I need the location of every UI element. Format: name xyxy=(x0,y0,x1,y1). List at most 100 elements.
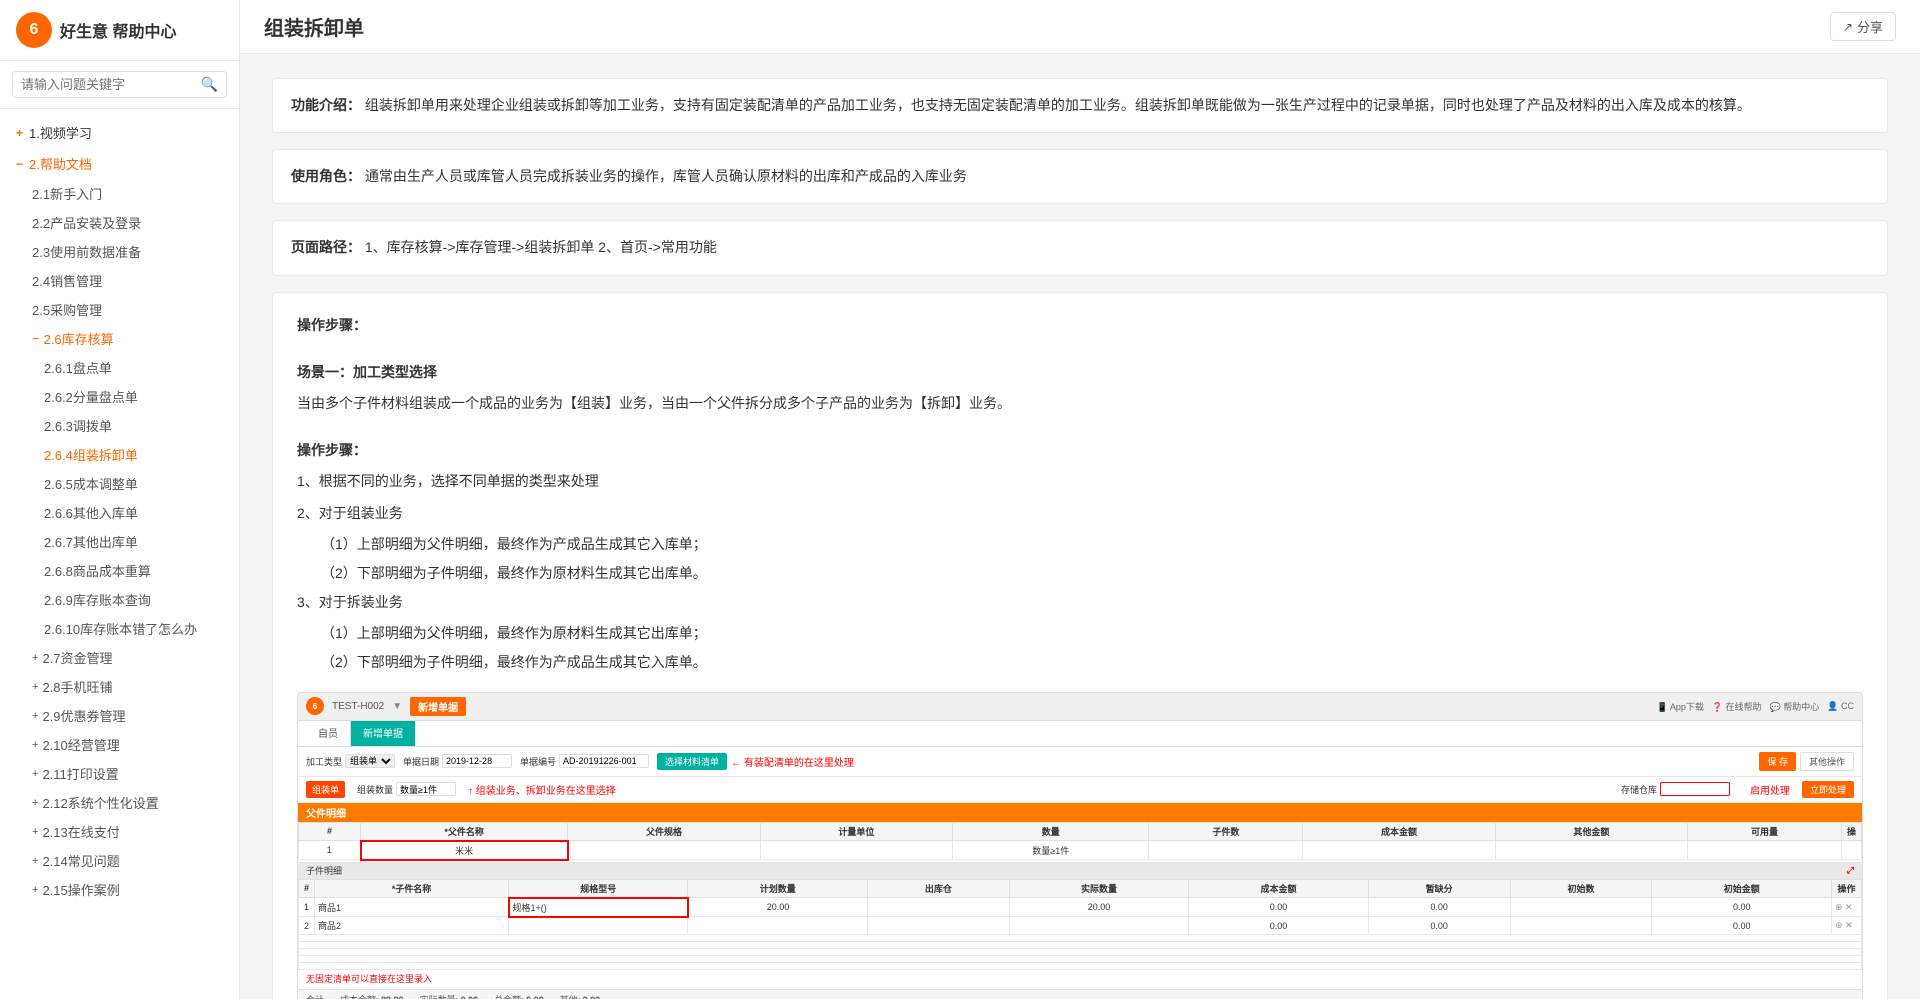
sidebar-item-finance[interactable]: + 2.7资金管理 xyxy=(0,643,239,672)
step1: 1、根据不同的业务，选择不同单据的类型来处理 xyxy=(297,469,1863,494)
ops-title: 操作步骤： xyxy=(297,313,1863,338)
logo-icon: 6 xyxy=(16,12,52,48)
plus-icon-print: + xyxy=(32,768,38,780)
mock-other-btn[interactable]: 其他操作 xyxy=(1800,752,1854,771)
mock-child-row-6 xyxy=(299,956,1862,963)
sidebar-item-purchase[interactable]: 2.5采购管理 xyxy=(0,295,239,324)
sidebar-item-finance-label: 2.7资金管理 xyxy=(42,648,112,667)
sidebar-item-coupon[interactable]: + 2.9优惠券管理 xyxy=(0,701,239,730)
sidebar-item-cost-adjust-label: 2.6.5成本调整单 xyxy=(44,477,138,492)
sidebar-item-cost-adjust[interactable]: 2.6.5成本调整单 xyxy=(0,469,239,498)
search-box: 🔍 xyxy=(12,71,227,98)
sidebar-item-assembly-label: 2.6.4组装拆卸单 xyxy=(44,448,138,463)
mock-child-row-3 xyxy=(299,935,1862,942)
mock-type-field: 加工类型 组装单 拆卸单 xyxy=(306,754,395,768)
plus-icon-faq: + xyxy=(32,855,38,867)
sidebar-item-new-user-label: 2.1新手入门 xyxy=(32,184,102,203)
mock-date-input[interactable] xyxy=(442,754,512,768)
sidebar-item-cost-recalc[interactable]: 2.6.8商品成本重算 xyxy=(0,556,239,585)
mock-row2-copy[interactable]: ⊕ xyxy=(1835,920,1843,930)
mock-type-select[interactable]: 组装单 拆卸单 xyxy=(345,754,395,768)
role-text: 通常由生产人员或库管人员完成拆装业务的操作，库管人员确认原材料的出库和产成品的入… xyxy=(365,168,967,184)
sidebar-item-stocktake-label: 2.6.1盘点单 xyxy=(44,361,112,376)
sidebar-item-faq-label: 2.14常见问题 xyxy=(42,851,119,870)
sidebar-item-video-label: 1.视频学习 xyxy=(29,123,92,142)
step2-2: （2）下部明细为子件明细，最终作为原材料生成其它出库单。 xyxy=(297,561,1863,586)
sidebar-item-stocktake[interactable]: 2.6.1盘点单 xyxy=(0,353,239,382)
mock-child-row-7 xyxy=(299,963,1862,970)
top-bar: 组装拆卸单 ↗ 分享 xyxy=(240,0,1920,54)
plus-icon-payment: + xyxy=(32,826,38,838)
share-label: 分享 xyxy=(1857,17,1883,36)
intro-text: 组装拆卸单用来处理企业组装或拆卸等加工业务，支持有固定装配清单的产品加工业务，也… xyxy=(365,97,1751,113)
sidebar-item-inventory[interactable]: − 2.6库存核算 xyxy=(0,324,239,353)
mock-child-th-actual-qty: 实际数量 xyxy=(1009,879,1188,898)
sidebar-item-personalize[interactable]: + 2.12系统个性化设置 xyxy=(0,788,239,817)
logo-area: 6 好生意 帮助中心 xyxy=(0,0,239,61)
mock-help-icon: ❓ 在线帮助 xyxy=(1712,700,1762,713)
mock-warehouse-input[interactable] xyxy=(1660,782,1730,796)
content-area: 功能介绍： 组装拆卸单用来处理企业组装或拆卸等加工业务，支持有固定装配清单的产品… xyxy=(240,54,1920,999)
sidebar-item-transfer[interactable]: 2.6.3调拨单 xyxy=(0,411,239,440)
plus-icon-coupon: + xyxy=(32,710,38,722)
intro-label: 功能介绍： xyxy=(291,97,361,113)
mock-billno-input[interactable] xyxy=(559,754,649,768)
sidebar-item-payment[interactable]: + 2.13在线支付 xyxy=(0,817,239,846)
sidebar-item-install-label: 2.2产品安装及登录 xyxy=(32,213,141,232)
sidebar-item-faq[interactable]: + 2.14常见问题 xyxy=(0,846,239,875)
sidebar-item-print[interactable]: + 2.11打印设置 xyxy=(0,759,239,788)
share-button[interactable]: ↗ 分享 xyxy=(1830,12,1896,41)
sidebar-item-sales[interactable]: 2.4销售管理 xyxy=(0,266,239,295)
sidebar-item-split-stocktake[interactable]: 2.6.2分量盘点单 xyxy=(0,382,239,411)
sidebar-item-ledger-query[interactable]: 2.6.9库存账本查询 xyxy=(0,585,239,614)
mock-assembly-type-btn[interactable]: 组装单 xyxy=(306,781,345,798)
sidebar-item-ledger-error[interactable]: 2.6.10库存账本错了怎么办 xyxy=(0,614,239,643)
mock-confirm-btn[interactable]: 立即处理 xyxy=(1802,781,1854,798)
search-input[interactable] xyxy=(21,77,201,92)
sidebar-item-cases[interactable]: + 2.15操作案例 xyxy=(0,875,239,904)
mock-child-th-plan-qty: 计划数量 xyxy=(688,879,867,898)
mock-row1-copy[interactable]: ⊕ xyxy=(1835,902,1843,912)
mock-child-th-cost: 成本金额 xyxy=(1189,879,1368,898)
sidebar-item-install[interactable]: 2.2产品安装及登录 xyxy=(0,208,239,237)
mock-parent-th-name: *父件名称 xyxy=(361,822,568,841)
mock-row2-del[interactable]: ✕ xyxy=(1845,920,1853,930)
mock-total-amount: 总金额: 0.00 xyxy=(494,993,544,999)
sidebar-item-sales-label: 2.4销售管理 xyxy=(32,271,102,290)
mock-child-th-seq: # xyxy=(299,879,315,898)
sidebar-item-personalize-label: 2.12系统个性化设置 xyxy=(42,793,158,812)
search-icon[interactable]: 🔍 xyxy=(201,76,218,93)
mock-annotation1: ← 有装配清单的在这里处理 xyxy=(731,754,854,769)
role-label: 使用角色： xyxy=(291,168,361,184)
step2-1: （1）上部明细为父件明细，最终作为产成品生成其它入库单； xyxy=(297,532,1863,557)
sidebar-item-other-out[interactable]: 2.6.7其他出库单 xyxy=(0,527,239,556)
sidebar-item-data-prep[interactable]: 2.3使用前数据准备 xyxy=(0,237,239,266)
mock-count-input[interactable] xyxy=(396,782,456,796)
sidebar-item-mobile[interactable]: + 2.8手机旺铺 xyxy=(0,672,239,701)
screenshot-area: 6 TEST-H002 ▼ 新增单据 📱 App下载 ❓ 在线帮助 💬 帮助中心… xyxy=(297,692,1863,999)
sidebar-item-transfer-label: 2.6.3调拨单 xyxy=(44,419,112,434)
mock-parent-th-qty: 数量 xyxy=(953,822,1149,841)
mock-total-cost: 成本金额: 89.00 xyxy=(340,993,404,999)
mock-parent-table: # *父件名称 父件规格 计量单位 数量 子件数 成本金额 其他金额 可用量 xyxy=(298,822,1862,861)
mock-bom-btn[interactable]: 选择材料清单 xyxy=(657,753,727,770)
mock-new-bill-btn[interactable]: 新增单据 xyxy=(410,697,466,716)
mock-tab-home[interactable]: 自员 xyxy=(306,721,351,746)
sidebar-item-video[interactable]: + 1.视频学习 xyxy=(0,117,239,148)
sidebar-item-payment-label: 2.13在线支付 xyxy=(42,822,119,841)
mock-save-btn[interactable]: 保 存 xyxy=(1759,752,1796,771)
sidebar-item-help-docs[interactable]: − 2.帮助文档 xyxy=(0,148,239,179)
mock-parent-row: 1 米米 数量≥1件 xyxy=(299,841,1862,860)
mock-row1-del[interactable]: ✕ xyxy=(1845,902,1853,912)
mock-tab-new-bill[interactable]: 新增单据 xyxy=(351,721,415,746)
sidebar-item-new-user[interactable]: 2.1新手入门 xyxy=(0,179,239,208)
mock-annotation4: 无固定清单可以直接在这里录入 xyxy=(298,970,1862,989)
mock-expand-btn[interactable]: ⤢ xyxy=(1847,865,1854,876)
sidebar-item-other-in[interactable]: 2.6.6其他入库单 xyxy=(0,498,239,527)
mock-annotation3: 启用处理 xyxy=(1750,782,1790,797)
mock-warehouse-field: 存储仓库 xyxy=(1621,782,1730,796)
sidebar-item-ops[interactable]: + 2.10经营管理 xyxy=(0,730,239,759)
scenario1-desc: 当由多个子件材料组装成一个成品的业务为【组装】业务，当由一个父件拆分成多个子产品… xyxy=(297,391,1863,416)
mock-parent-th-unit: 计量单位 xyxy=(760,822,952,841)
sidebar-item-assembly[interactable]: 2.6.4组装拆卸单 xyxy=(0,440,239,469)
